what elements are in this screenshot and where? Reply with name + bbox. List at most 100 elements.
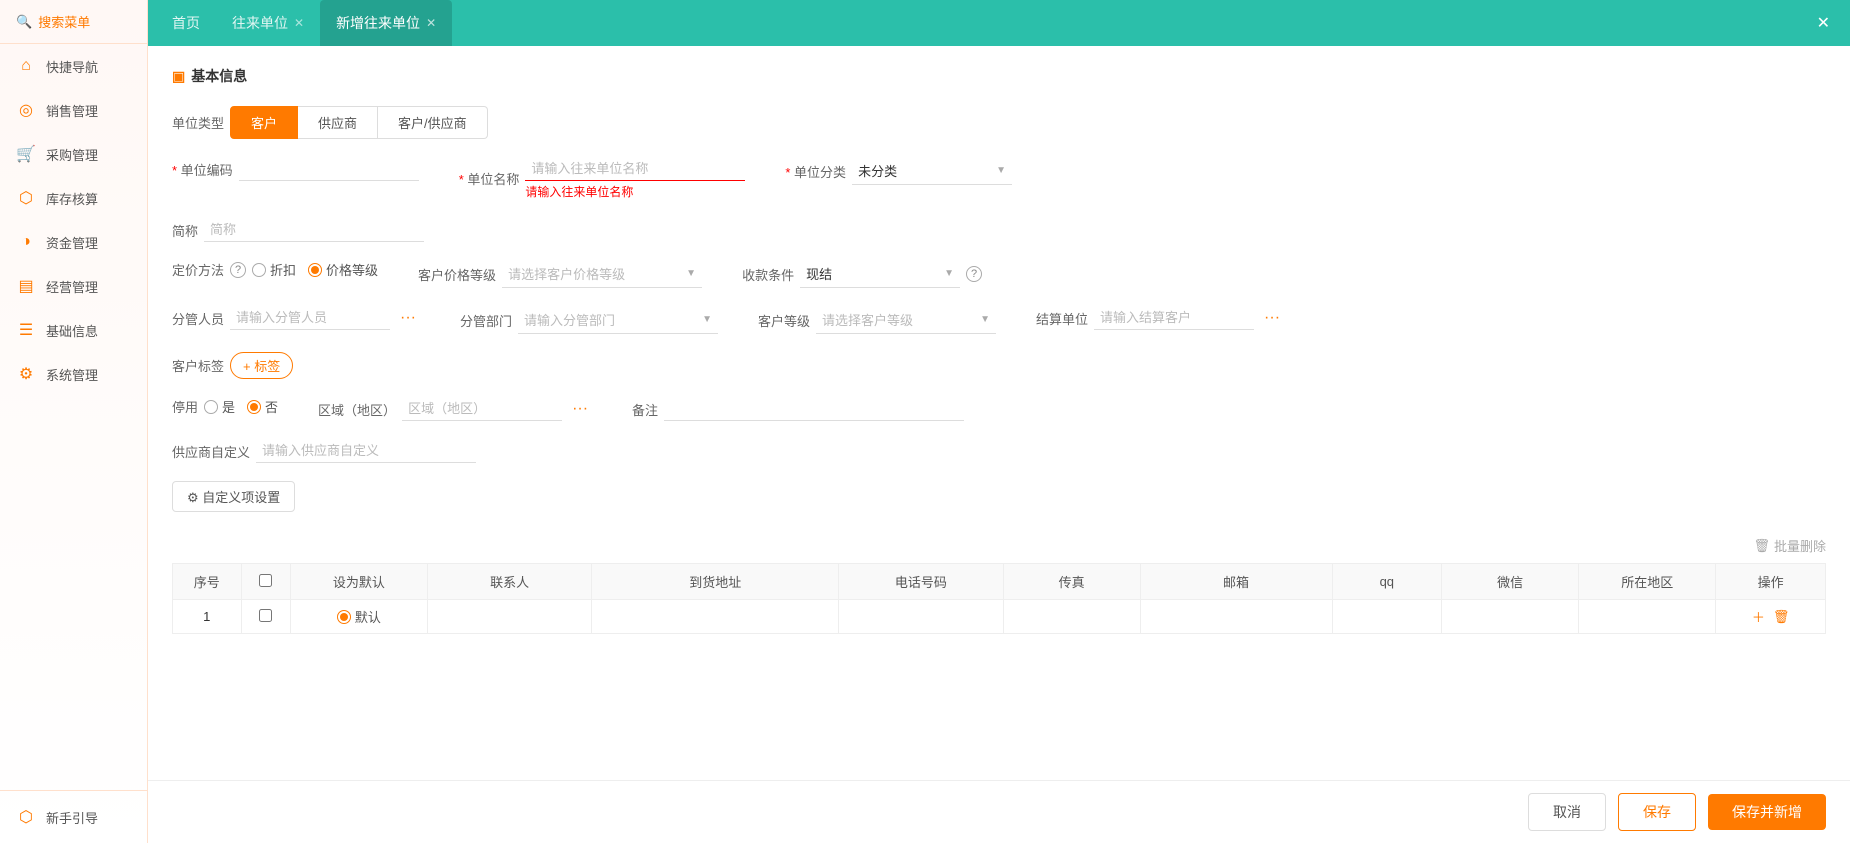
customer-price-level-select[interactable]: 请选择客户价格等级 ▼ [502,260,702,288]
col-header-fax: 传真 [1003,564,1140,600]
row-area-input[interactable] [1589,609,1705,624]
pricing-price-level-option[interactable]: 价格等级 [308,260,378,279]
sidebar-item-quick-nav[interactable]: ⌂ 快捷导航 [0,44,147,88]
table-section: 🗑 批量删除 序号 设为默认 联系人 到货地址 电话号码 传真 邮箱 qq [172,536,1826,634]
disabled-field: 停用 是 否 [172,397,278,416]
row-email-input[interactable] [1151,609,1322,624]
customer-level-select[interactable]: 请选择客户等级 ▼ [816,306,996,334]
row-fax-input[interactable] [1014,609,1130,624]
abbr-row: 简称 [172,218,1826,242]
save-new-button[interactable]: 保存并新增 [1708,794,1826,830]
tab-new-partner-close[interactable]: ✕ [426,16,436,30]
row-qq-input[interactable] [1343,609,1432,624]
row-address[interactable] [592,600,839,634]
save-button[interactable]: 保存 [1618,793,1696,831]
row-weixin[interactable] [1442,600,1579,634]
unit-type-both[interactable]: 客户/供应商 [378,106,488,139]
abbr-input[interactable] [204,218,424,242]
tab-partner[interactable]: 往来单位 ✕ [216,0,320,46]
payment-terms-help[interactable]: ? [966,266,982,282]
sidebar-item-system[interactable]: ⚙ 系统管理 [0,352,147,396]
col-header-area: 所在地区 [1579,564,1716,600]
pricing-method-radios: 折扣 价格等级 [252,260,378,279]
department-select[interactable]: 请输入分管部门 ▼ [518,306,718,334]
sidebar-item-basic[interactable]: ☰ 基础信息 [0,308,147,352]
tab-new-partner-label: 新增往来单位 [336,13,420,33]
row-weixin-input[interactable] [1452,609,1568,624]
unit-type-customer[interactable]: 客户 [230,106,298,139]
purchase-icon: 🛒 [16,144,36,164]
search-icon: 🔍 [16,14,32,30]
system-icon: ⚙ [16,364,36,384]
sidebar-item-label: 销售管理 [46,101,98,120]
unit-category-label: 单位分类 [785,162,846,181]
settlement-unit-field: 结算单位 ··· [1036,306,1284,330]
custom-settings-button[interactable]: ⚙ 自定义项设置 [172,481,295,512]
row-default: 默认 [290,600,427,634]
pricing-price-level-radio [308,263,322,277]
sidebar-item-finance[interactable]: ◑ 资金管理 [0,220,147,264]
batch-delete-label: 批量删除 [1774,536,1826,555]
row-fax[interactable] [1003,600,1140,634]
payment-terms-select[interactable]: 现结 ▼ [800,260,960,288]
row-email[interactable] [1140,600,1332,634]
manager-input[interactable] [230,306,390,330]
settlement-unit-input[interactable] [1094,306,1254,330]
row-phone-input[interactable] [849,609,992,624]
unit-name-input[interactable] [525,157,745,181]
sidebar-item-inventory[interactable]: ⬡ 库存核算 [0,176,147,220]
main-area: 首页 往来单位 ✕ 新增往来单位 ✕ ✕ ▣ 基本信息 单位类型 客户 供应商 … [148,0,1850,843]
pricing-method-help[interactable]: ? [230,262,246,278]
customer-level-label: 客户等级 [758,311,810,330]
settlement-unit-more[interactable]: ··· [1260,309,1284,327]
row-qq[interactable] [1332,600,1442,634]
cancel-button[interactable]: 取消 [1528,793,1606,831]
unit-type-label: 单位类型 [172,113,224,132]
abbr-field: 简称 [172,218,424,242]
payment-terms-chevron: ▼ [944,268,954,279]
close-all-tabs[interactable]: ✕ [1805,13,1842,33]
supplier-custom-input[interactable] [256,439,476,463]
sidebar-search[interactable]: 🔍 搜索菜单 [0,0,147,44]
disabled-yes-option[interactable]: 是 [204,397,235,416]
manager-more[interactable]: ··· [396,309,420,327]
customer-price-level-label: 客户价格等级 [418,265,496,284]
sidebar-item-purchase[interactable]: 🛒 采购管理 [0,132,147,176]
sidebar-item-label: 库存核算 [46,189,98,208]
row-delete-button[interactable]: 🗑 [1773,609,1790,625]
row-default-label: 默认 [355,607,381,626]
tab-new-partner[interactable]: 新增往来单位 ✕ [320,0,452,46]
batch-delete-button[interactable]: 🗑 批量删除 [1753,536,1826,555]
sidebar-item-operations[interactable]: ▤ 经营管理 [0,264,147,308]
tab-partner-close[interactable]: ✕ [294,16,304,30]
add-tag-button[interactable]: + 标签 [230,352,293,379]
row-add-button[interactable]: ＋ [1752,607,1765,626]
row-contact[interactable] [427,600,591,634]
manager-label: 分管人员 [172,309,224,328]
disabled-yes-label: 是 [222,397,235,416]
payment-terms-field: 收款条件 现结 ▼ ? [742,260,982,288]
unit-category-select[interactable]: 未分类 ▼ [852,157,1012,185]
region-input[interactable] [402,397,562,421]
sidebar-item-guide[interactable]: ⬡ 新手引导 [0,799,147,835]
unit-type-supplier[interactable]: 供应商 [298,106,378,139]
remark-input[interactable] [664,397,964,421]
tab-home[interactable]: 首页 [156,0,216,46]
region-more[interactable]: ··· [568,400,592,418]
row-contact-input[interactable] [438,609,581,624]
disabled-no-option[interactable]: 否 [247,397,278,416]
table-toolbar: 🗑 批量删除 [172,536,1826,555]
row-default-radio-item[interactable]: 默认 [301,607,417,626]
disabled-no-radio [247,400,261,414]
table-select-all[interactable] [259,574,272,587]
row-address-input[interactable] [602,609,828,624]
region-field: 区域（地区） ··· [318,397,592,421]
department-placeholder: 请输入分管部门 [524,310,615,329]
pricing-discount-option[interactable]: 折扣 [252,260,296,279]
unit-code-input[interactable]: 000009 [239,157,419,181]
row-checkbox[interactable] [259,609,272,622]
row-phone[interactable] [839,600,1003,634]
row-area[interactable] [1579,600,1716,634]
section-icon: ▣ [172,68,185,85]
sidebar-item-sales[interactable]: ◎ 销售管理 [0,88,147,132]
